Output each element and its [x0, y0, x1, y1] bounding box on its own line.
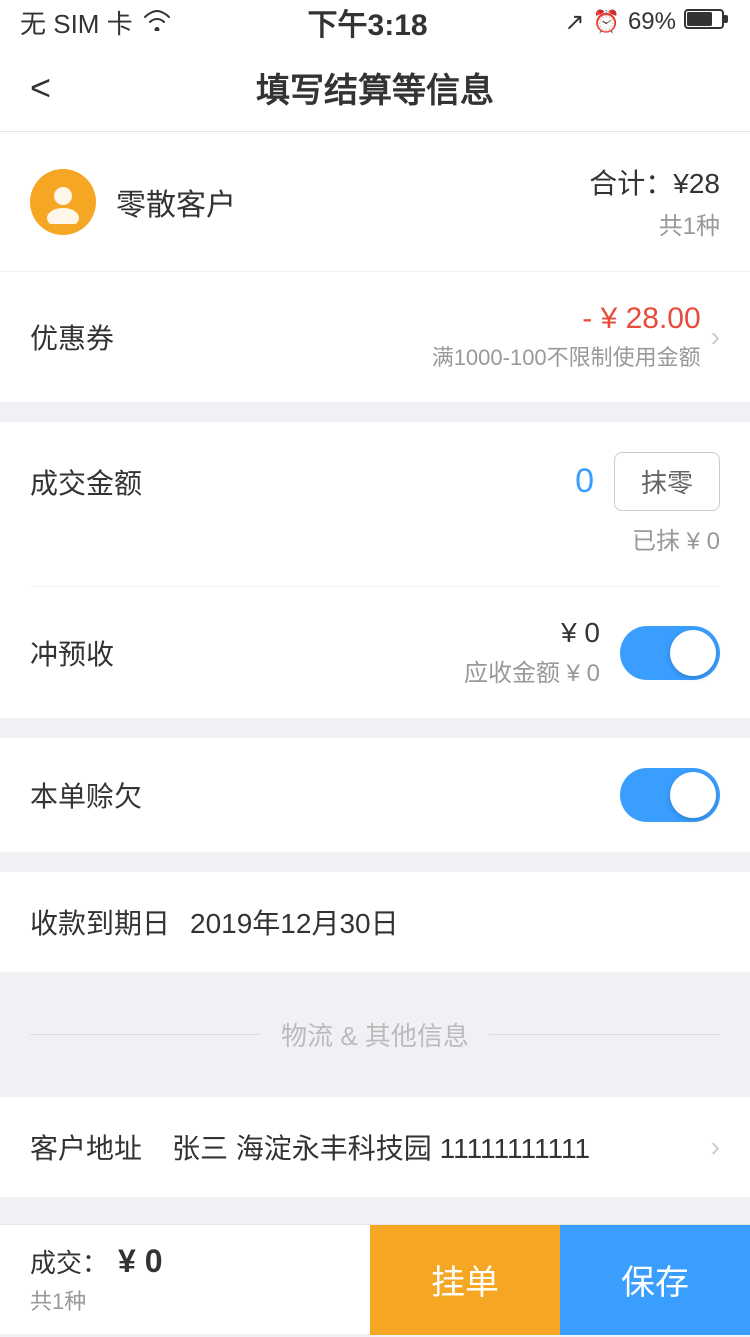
address-row: 客户地址 张三 海淀永丰科技园 11111111111 ›	[30, 1127, 720, 1167]
deal-section: 成交金额 0 抹零 已抹 ¥ 0 冲预收 ¥ 0 应收金额 ¥ 0	[0, 422, 750, 718]
round-button[interactable]: 抹零	[614, 452, 720, 511]
status-right: ↗ ⏰ 69%	[564, 7, 730, 38]
coupon-row[interactable]: 优惠券 - ¥ 28.00 满1000-100不限制使用金额 ›	[0, 271, 750, 402]
address-chevron-icon: ›	[711, 1131, 720, 1163]
prepay-receivable: 应收金额 ¥ 0	[464, 653, 600, 688]
prepay-toggle[interactable]	[620, 626, 720, 680]
total-amount: 合计：¥28	[589, 162, 720, 202]
back-button[interactable]: <	[30, 67, 51, 109]
address-value: 张三 海淀永丰科技园 11111111111	[172, 1127, 711, 1167]
location-icon: ↗	[564, 8, 584, 37]
bottom-total-amount: ¥ 0	[118, 1243, 162, 1280]
credit-row: 本单赊欠	[30, 768, 720, 822]
alarm-icon: ⏰	[593, 9, 620, 35]
carrier-label: 无 SIM 卡	[20, 4, 133, 41]
deal-label: 成交金额	[30, 462, 142, 502]
logistics-divider: 物流 & 其他信息	[0, 992, 750, 1077]
total-count: 共1种	[589, 206, 720, 241]
nav-bar: < 填写结算等信息	[0, 44, 750, 132]
customer-total: 合计：¥28 共1种	[589, 162, 720, 241]
divider-line-left	[30, 1034, 261, 1035]
deal-amount[interactable]: 0	[514, 462, 594, 501]
prepay-amount: ¥ 0	[464, 617, 600, 649]
time-label: 下午3:18	[308, 0, 428, 44]
deal-sub: 已抹 ¥ 0	[30, 521, 720, 556]
logistics-label: 物流 & 其他信息	[281, 1016, 469, 1053]
battery-label: 69%	[628, 8, 676, 36]
due-date-row: 收款到期日 2019年12月30日	[30, 902, 720, 942]
hang-button[interactable]: 挂单	[370, 1225, 560, 1335]
chevron-right-icon: ›	[711, 321, 720, 353]
customer-left: 零散客户	[30, 169, 236, 235]
address-label: 客户地址	[30, 1127, 142, 1167]
credit-label: 本单赊欠	[30, 775, 142, 815]
bottom-total-row: 成交： ¥ 0	[30, 1243, 340, 1280]
credit-section: 本单赊欠	[0, 738, 750, 852]
prepay-right: ¥ 0 应收金额 ¥ 0	[464, 617, 720, 688]
customer-section: 零散客户 合计：¥28 共1种 优惠券 - ¥ 28.00 满1000-100不…	[0, 132, 750, 402]
deal-row: 成交金额 0 抹零	[30, 452, 720, 511]
customer-name: 零散客户	[116, 180, 236, 224]
coupon-right: - ¥ 28.00 满1000-100不限制使用金额 ›	[432, 302, 720, 372]
deal-right: 0 抹零	[514, 452, 720, 511]
prepay-label: 冲预收	[30, 633, 114, 673]
coupon-label: 优惠券	[30, 317, 114, 357]
address-section[interactable]: 客户地址 张三 海淀永丰科技园 11111111111 ›	[0, 1097, 750, 1197]
customer-avatar	[30, 169, 96, 235]
bottom-count: 共1种	[30, 1284, 340, 1316]
status-bar: 无 SIM 卡 下午3:18 ↗ ⏰ 69%	[0, 0, 750, 44]
bottom-bar: 成交： ¥ 0 共1种 挂单 保存	[0, 1224, 750, 1334]
status-left: 无 SIM 卡	[20, 4, 171, 41]
coupon-amount: - ¥ 28.00	[432, 302, 701, 336]
due-date-section: 收款到期日 2019年12月30日	[0, 872, 750, 972]
save-button[interactable]: 保存	[560, 1225, 750, 1335]
bottom-left: 成交： ¥ 0 共1种	[0, 1243, 370, 1316]
battery-icon	[684, 7, 730, 38]
content: 零散客户 合计：¥28 共1种 优惠券 - ¥ 28.00 满1000-100不…	[0, 132, 750, 1337]
credit-toggle[interactable]	[620, 768, 720, 822]
prepay-info: ¥ 0 应收金额 ¥ 0	[464, 617, 600, 688]
page-title: 填写结算等信息	[256, 63, 494, 112]
due-date-label: 收款到期日	[30, 902, 170, 942]
customer-row: 零散客户 合计：¥28 共1种	[0, 132, 750, 271]
due-date-value: 2019年12月30日	[190, 902, 399, 942]
prepay-row: 冲预收 ¥ 0 应收金额 ¥ 0	[30, 586, 720, 688]
wifi-icon	[143, 7, 171, 38]
coupon-desc: 满1000-100不限制使用金额	[432, 340, 701, 372]
coupon-info: - ¥ 28.00 满1000-100不限制使用金额	[432, 302, 701, 372]
bottom-total-label: 成交：	[30, 1243, 108, 1280]
divider-line-right	[489, 1034, 720, 1035]
